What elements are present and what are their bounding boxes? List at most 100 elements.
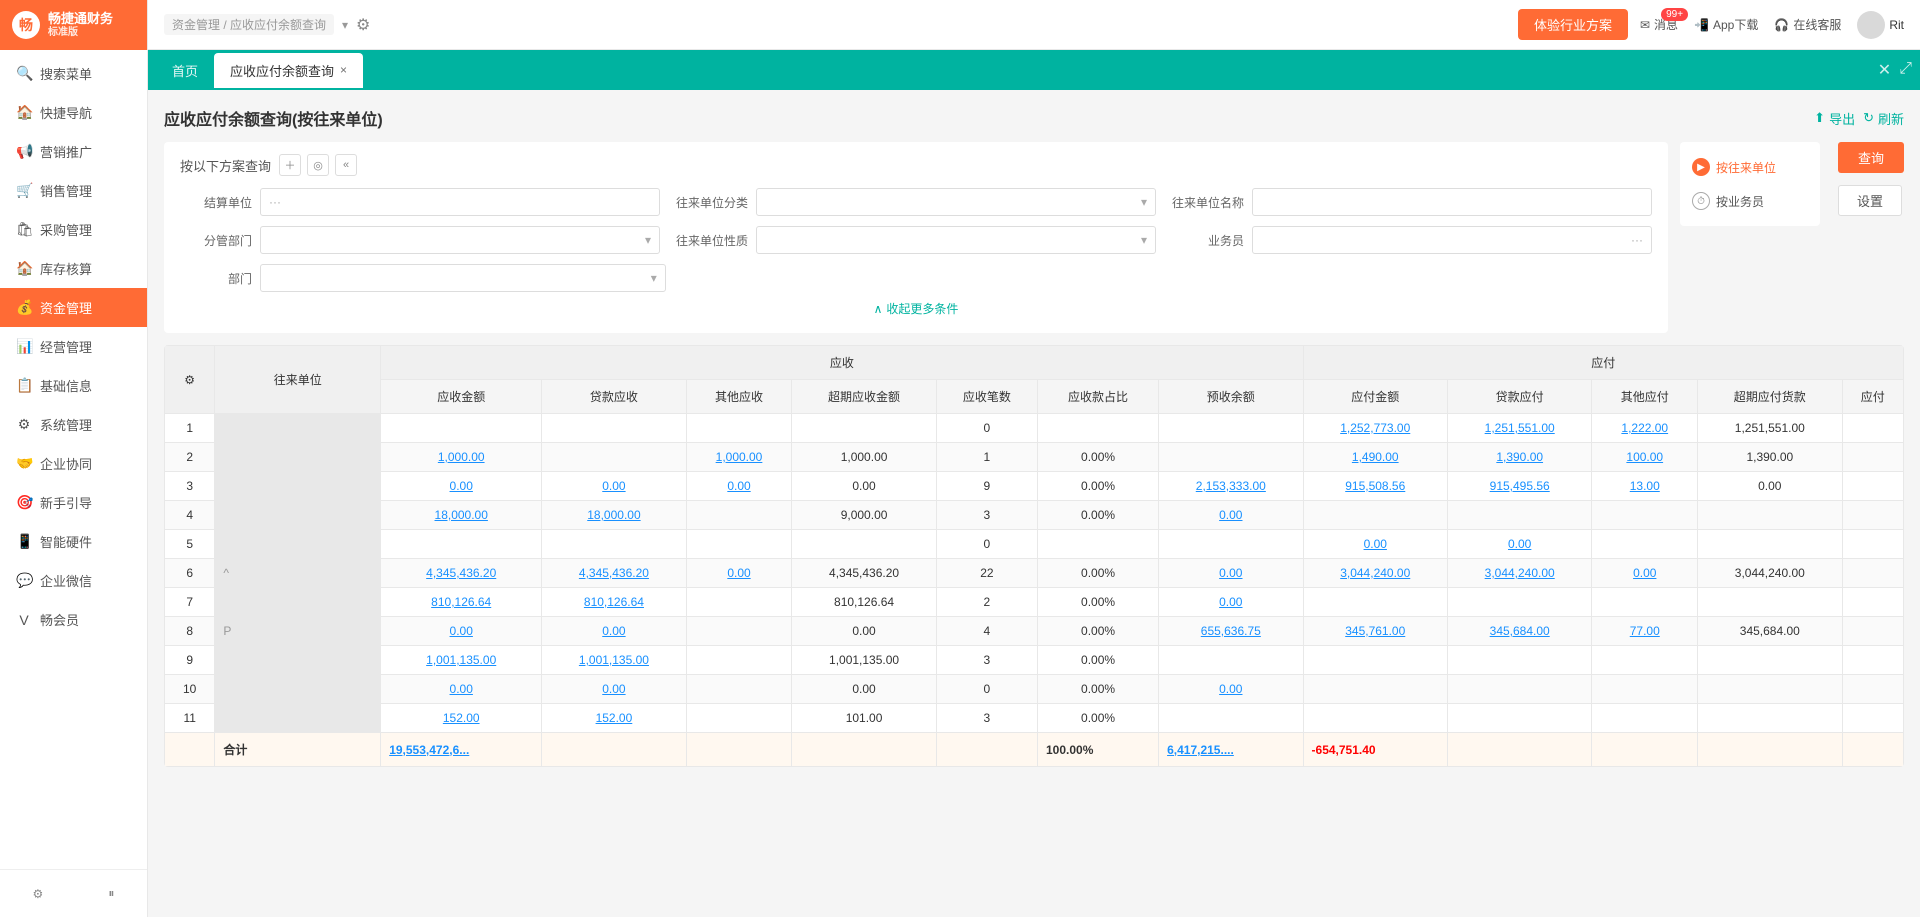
row-recv-loan[interactable]: 152.00 (542, 704, 686, 733)
row-recv-prepay[interactable] (1159, 530, 1303, 559)
row-pay-loan[interactable] (1447, 501, 1591, 530)
filter-input-partner-type[interactable]: ▾ (756, 188, 1156, 216)
row-recv-prepay[interactable] (1159, 443, 1303, 472)
row-pay-amt[interactable] (1303, 704, 1447, 733)
row-recv-amt[interactable]: 1,000.00 (381, 443, 542, 472)
tab-ar-ap[interactable]: 应收应付余额查询 × (214, 53, 363, 88)
row-recv-amt[interactable]: 1,001,135.00 (381, 646, 542, 675)
row-recv-loan[interactable] (542, 443, 686, 472)
settings-btn[interactable]: 设置 (1838, 185, 1902, 216)
row-recv-prepay[interactable] (1159, 704, 1303, 733)
messages-btn[interactable]: ✉ 消息 99+ (1640, 16, 1678, 33)
row-recv-amt[interactable]: 0.00 (381, 675, 542, 704)
row-pay-amt[interactable]: 0.00 (1303, 530, 1447, 559)
filter-input-branch-dept[interactable]: ▾ (260, 264, 666, 292)
row-pay-other[interactable]: 77.00 (1592, 617, 1698, 646)
row-recv-loan[interactable]: 0.00 (542, 617, 686, 646)
sidebar-item-capital[interactable]: 💰 资金管理 (0, 288, 147, 327)
tab-close-icon[interactable]: × (340, 63, 347, 77)
row-pay-loan[interactable]: 3,044,240.00 (1447, 559, 1591, 588)
filter-left-btn[interactable]: « (335, 154, 357, 176)
filter-target-btn[interactable]: ◎ (307, 154, 329, 176)
sidebar-item-purchase[interactable]: 🛍 采购管理 (0, 210, 147, 249)
row-recv-prepay[interactable]: 0.00 (1159, 588, 1303, 617)
row-recv-amt[interactable]: 18,000.00 (381, 501, 542, 530)
row-pay-other[interactable] (1592, 646, 1698, 675)
filter-input-settlement[interactable]: ··· (260, 188, 660, 216)
row-recv-other[interactable]: 1,000.00 (686, 443, 792, 472)
filter-input-dept[interactable]: ▾ (260, 226, 660, 254)
row-recv-prepay[interactable]: 0.00 (1159, 559, 1303, 588)
sidebar-item-sales[interactable]: 🛒 销售管理 (0, 171, 147, 210)
gear-icon[interactable]: ⚙ (356, 15, 370, 35)
row-pay-loan[interactable]: 0.00 (1447, 530, 1591, 559)
row-recv-amt[interactable]: 810,126.64 (381, 588, 542, 617)
row-pay-other[interactable] (1592, 675, 1698, 704)
th-settings[interactable]: ⚙ (165, 346, 215, 414)
nav-item-by-partner[interactable]: ▶ 按往来单位 (1680, 150, 1820, 184)
row-pay-other[interactable]: 13.00 (1592, 472, 1698, 501)
row-recv-other[interactable] (686, 501, 792, 530)
row-recv-other[interactable] (686, 646, 792, 675)
row-pay-other[interactable] (1592, 501, 1698, 530)
sidebar-item-operation[interactable]: 📊 经营管理 (0, 327, 147, 366)
collapse-btn[interactable]: ∧ 收起更多条件 (874, 300, 959, 317)
row-pay-amt[interactable] (1303, 675, 1447, 704)
sidebar-item-system[interactable]: ⚙ 系统管理 (0, 405, 147, 444)
row-recv-amt[interactable]: 0.00 (381, 472, 542, 501)
row-recv-amt[interactable]: 4,345,436.20 (381, 559, 542, 588)
user-menu[interactable]: Rit (1857, 11, 1904, 39)
row-pay-other[interactable]: 0.00 (1592, 559, 1698, 588)
row-recv-other[interactable] (686, 704, 792, 733)
online-service-btn[interactable]: 🎧 在线客服 (1774, 16, 1841, 33)
row-recv-amt[interactable]: 152.00 (381, 704, 542, 733)
row-pay-other[interactable] (1592, 588, 1698, 617)
row-recv-other[interactable] (686, 414, 792, 443)
row-recv-loan[interactable]: 1,001,135.00 (542, 646, 686, 675)
row-pay-amt[interactable]: 1,490.00 (1303, 443, 1447, 472)
row-recv-amt[interactable] (381, 530, 542, 559)
row-recv-other[interactable] (686, 588, 792, 617)
row-recv-loan[interactable] (542, 530, 686, 559)
row-recv-other[interactable] (686, 675, 792, 704)
row-pay-other[interactable]: 100.00 (1592, 443, 1698, 472)
filter-input-salesperson[interactable]: ··· (1252, 226, 1652, 254)
row-pay-amt[interactable] (1303, 501, 1447, 530)
sidebar-item-search-menu[interactable]: 🔍 搜索菜单 (0, 54, 147, 93)
row-recv-loan[interactable]: 18,000.00 (542, 501, 686, 530)
row-recv-prepay[interactable]: 0.00 (1159, 675, 1303, 704)
tab-home[interactable]: 首页 (156, 53, 214, 88)
row-pay-amt[interactable]: 3,044,240.00 (1303, 559, 1447, 588)
row-pay-amt[interactable]: 1,252,773.00 (1303, 414, 1447, 443)
row-pay-loan[interactable] (1447, 588, 1591, 617)
close-window-icon[interactable]: ✕ (1878, 60, 1891, 80)
solution-btn[interactable]: 体验行业方案 (1518, 9, 1628, 40)
sidebar-item-marketing[interactable]: 📢 营销推广 (0, 132, 147, 171)
sidebar-item-quick-nav[interactable]: 🏠 快捷导航 (0, 93, 147, 132)
row-recv-amt[interactable]: 0.00 (381, 617, 542, 646)
row-recv-loan[interactable]: 0.00 (542, 675, 686, 704)
app-download-btn[interactable]: 📲 App下载 (1694, 16, 1758, 33)
row-pay-other[interactable]: 1,222.00 (1592, 414, 1698, 443)
row-pay-loan[interactable]: 1,251,551.00 (1447, 414, 1591, 443)
filter-add-btn[interactable]: ＋ (279, 154, 301, 176)
maximize-icon[interactable]: ⤢ (1899, 60, 1912, 80)
sidebar-item-basic-info[interactable]: 📋 基础信息 (0, 366, 147, 405)
row-pay-other[interactable] (1592, 704, 1698, 733)
filter-input-partner-nature[interactable]: ▾ (756, 226, 1156, 254)
filter-input-partner-name[interactable] (1252, 188, 1652, 216)
row-recv-loan[interactable] (542, 414, 686, 443)
nav-item-by-business[interactable]: ⏱ 按业务员 (1680, 184, 1820, 218)
row-pay-loan[interactable] (1447, 646, 1591, 675)
row-pay-other[interactable] (1592, 530, 1698, 559)
row-recv-other[interactable]: 0.00 (686, 559, 792, 588)
row-pay-loan[interactable]: 345,684.00 (1447, 617, 1591, 646)
row-pay-loan[interactable] (1447, 704, 1591, 733)
sidebar-item-inventory[interactable]: 🏠 库存核算 (0, 249, 147, 288)
row-pay-loan[interactable]: 915,495.56 (1447, 472, 1591, 501)
sidebar-item-wechat[interactable]: 💬 企业微信 (0, 561, 147, 600)
row-recv-other[interactable]: 0.00 (686, 472, 792, 501)
row-pay-amt[interactable]: 345,761.00 (1303, 617, 1447, 646)
row-recv-prepay[interactable] (1159, 414, 1303, 443)
refresh-btn[interactable]: ↻ 刷新 (1863, 109, 1904, 128)
